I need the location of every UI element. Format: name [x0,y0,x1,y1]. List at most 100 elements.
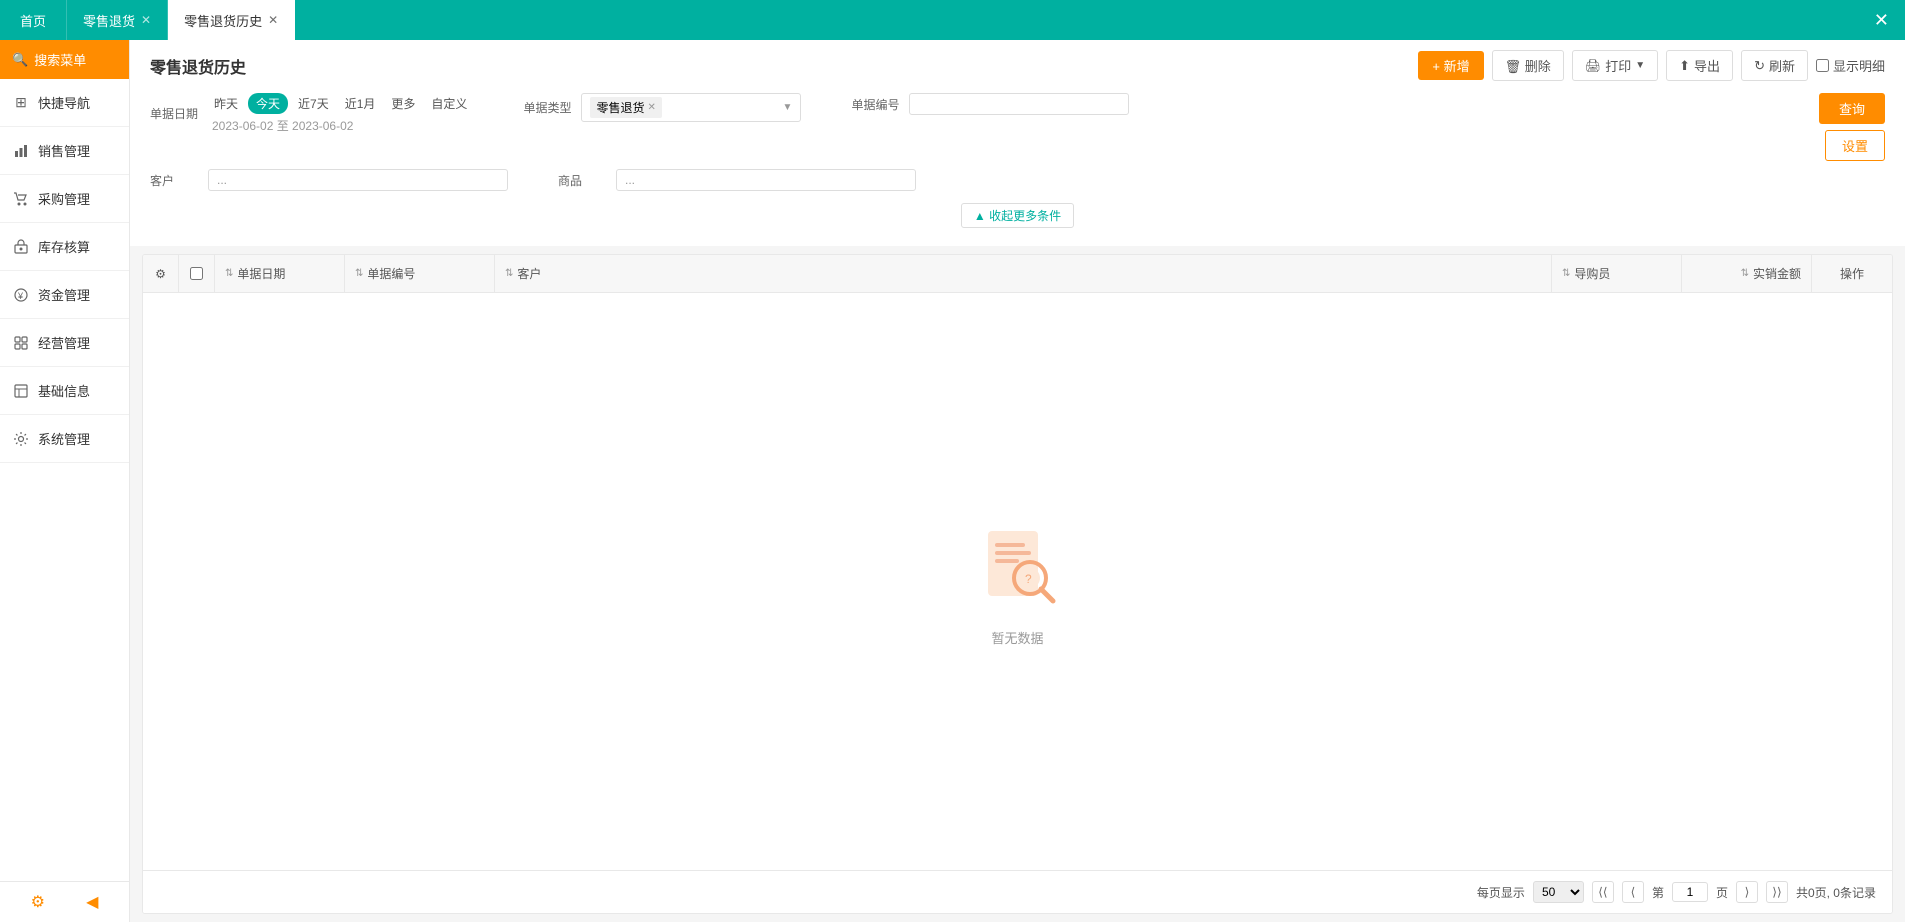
billno-filter: 单据编号 [851,93,1129,115]
refresh-icon: ↻ [1754,58,1765,74]
billno-input[interactable] [909,93,1129,115]
filter-section: 零售退货历史 + 新增 🗑 删除 🖨 首页 打印 ▼ ⬆ 导出 [130,40,1905,246]
toolbar: + 新增 🗑 删除 🖨 首页 打印 ▼ ⬆ 导出 ↻ 刷新 [1418,50,1885,81]
collapse-row: ▲ 收起更多条件 [150,199,1885,236]
goods-filter: 商品 ... [558,169,916,191]
sales-icon [12,142,30,160]
tab-list: 首页 零售退货 ✕ 零售退货历史 ✕ [0,0,1874,40]
display-detail-checkbox[interactable]: 显示明细 [1816,56,1885,75]
print-dropdown-icon: ▼ [1635,60,1645,71]
empty-state: ? 暂无数据 [143,293,1892,870]
table-container: ⚙ ⇅ 单据日期 ⇅ 单据编号 ⇅ 客户 ⇅ [142,254,1893,914]
tab-close-retail-return-history[interactable]: ✕ [268,13,278,27]
print-icon: 🖨 [1585,58,1602,74]
basics-icon [12,382,30,400]
table-settings-col[interactable]: ⚙ [143,255,179,292]
collapse-sidebar-icon[interactable]: ◀ [86,892,98,912]
table-checkbox-col[interactable] [179,255,215,292]
date-btn-more[interactable]: 更多 [385,93,421,114]
svg-text:¥: ¥ [17,291,24,301]
empty-illustration: ? [968,516,1068,616]
first-page-button[interactable]: ⟨⟨ [1592,881,1614,903]
date-btn-1month[interactable]: 近1月 [339,93,382,114]
sort-billno-icon: ⇅ [355,268,363,279]
sidebar-item-operations[interactable]: 经营管理 [0,319,129,367]
goods-placeholder: ... [625,173,635,187]
top-bar: 首页 零售退货 ✕ 零售退货历史 ✕ ✕ [0,0,1905,40]
tab-home[interactable]: 首页 [0,0,67,40]
type-dropdown-icon: ▼ [783,102,793,113]
sort-customer-icon: ⇅ [505,268,513,279]
customer-placeholder: ... [217,173,227,187]
content-area: 零售退货历史 + 新增 🗑 删除 🖨 首页 打印 ▼ ⬆ 导出 [130,40,1905,922]
page-input[interactable] [1672,882,1708,902]
collapse-button[interactable]: ▲ 收起更多条件 [961,203,1074,228]
date-btn-yesterday[interactable]: 昨天 [208,93,244,114]
sidebar-item-system[interactable]: 系统管理 [0,415,129,463]
prev-page-button[interactable]: ⟨ [1622,881,1644,903]
print-button[interactable]: 🖨 首页 打印 ▼ [1572,50,1658,81]
date-range-display: 2023-06-02 至 2023-06-02 [212,117,473,134]
sidebar-item-basics[interactable]: 基础信息 [0,367,129,415]
type-filter: 单据类型 零售退货 ✕ ▼ [523,93,801,122]
page-size-select[interactable]: 50 100 200 [1533,881,1584,903]
sort-date-icon: ⇅ [225,268,233,279]
table-customer-col[interactable]: ⇅ 客户 [495,255,1552,292]
type-tag-close[interactable]: ✕ [647,102,655,113]
select-all-checkbox[interactable] [190,267,203,280]
quick-nav-icon: ⊞ [12,94,30,112]
date-quick-buttons: 昨天 今天 近7天 近1月 更多 自定义 [208,93,473,114]
window-close-button[interactable]: ✕ [1874,10,1905,31]
export-button[interactable]: ⬆ 导出 [1666,50,1733,81]
date-btn-custom[interactable]: 自定义 [425,93,473,114]
delete-button[interactable]: 🗑 删除 [1492,50,1564,81]
tab-retail-return[interactable]: 零售退货 ✕ [67,0,168,40]
table-header: ⚙ ⇅ 单据日期 ⇅ 单据编号 ⇅ 客户 ⇅ [143,255,1892,293]
tab-retail-return-history[interactable]: 零售退货历史 ✕ [168,0,295,40]
pagination-bar: 每页显示 50 100 200 ⟨⟨ ⟨ 第 页 ⟩ ⟩⟩ 共0页, 0条记录 [143,870,1892,913]
export-icon: ⬆ [1679,58,1690,74]
finance-icon: ¥ [12,286,30,304]
settings-bottom-icon[interactable]: ⚙ [31,892,45,912]
sort-amount-icon: ⇅ [1741,268,1749,279]
sidebar-item-purchase[interactable]: 采购管理 [0,175,129,223]
sidebar-item-inventory[interactable]: 库存核算 [0,223,129,271]
sidebar-item-finance[interactable]: ¥ 资金管理 [0,271,129,319]
date-btn-7days[interactable]: 近7天 [292,93,335,114]
refresh-button[interactable]: ↻ 刷新 [1741,50,1808,81]
type-selector[interactable]: 零售退货 ✕ ▼ [581,93,801,122]
page-title-row: 零售退货历史 + 新增 🗑 删除 🖨 首页 打印 ▼ ⬆ 导出 [150,50,1885,81]
type-tag: 零售退货 ✕ [590,97,661,118]
customer-filter: 客户 ... [150,169,508,191]
system-icon [12,430,30,448]
empty-text: 暂无数据 [991,628,1043,647]
last-page-button[interactable]: ⟩⟩ [1766,881,1788,903]
table-date-col[interactable]: ⇅ 单据日期 [215,255,345,292]
table-guide-col[interactable]: ⇅ 导购员 [1552,255,1682,292]
next-page-button[interactable]: ⟩ [1736,881,1758,903]
sidebar-item-quick-nav[interactable]: ⊞ 快捷导航 [0,79,129,127]
new-button[interactable]: + 新增 [1418,51,1483,80]
search-icon: 🔍 [12,52,28,68]
sidebar: 🔍 搜索菜单 ⊞ 快捷导航 销售管理 采购管理 库存核算 [0,40,130,922]
purchase-icon [12,190,30,208]
sidebar-item-sales[interactable]: 销售管理 [0,127,129,175]
page-title: 零售退货历史 [150,54,246,78]
date-filter: 单据日期 昨天 今天 近7天 近1月 更多 自定义 2023-06-02 至 2… [150,93,473,134]
settings-button[interactable]: 设置 [1825,130,1885,161]
settings-icon: ⚙ [155,267,166,281]
date-btn-today[interactable]: 今天 [248,93,288,114]
main-layout: 🔍 搜索菜单 ⊞ 快捷导航 销售管理 采购管理 库存核算 [0,40,1905,922]
query-button[interactable]: 查询 [1819,93,1885,124]
sidebar-search[interactable]: 🔍 搜索菜单 [0,40,129,79]
tab-close-retail-return[interactable]: ✕ [141,13,151,27]
sort-guide-icon: ⇅ [1562,268,1570,279]
operations-icon [12,334,30,352]
table-amount-col[interactable]: ⇅ 实销金额 [1682,255,1812,292]
sidebar-bottom: ⚙ ◀ [0,881,129,922]
total-info: 共0页, 0条记录 [1796,884,1876,901]
svg-text:?: ? [1025,572,1032,586]
inventory-icon [12,238,30,256]
table-billno-col[interactable]: ⇅ 单据编号 [345,255,495,292]
table-ops-col: 操作 [1812,255,1892,292]
